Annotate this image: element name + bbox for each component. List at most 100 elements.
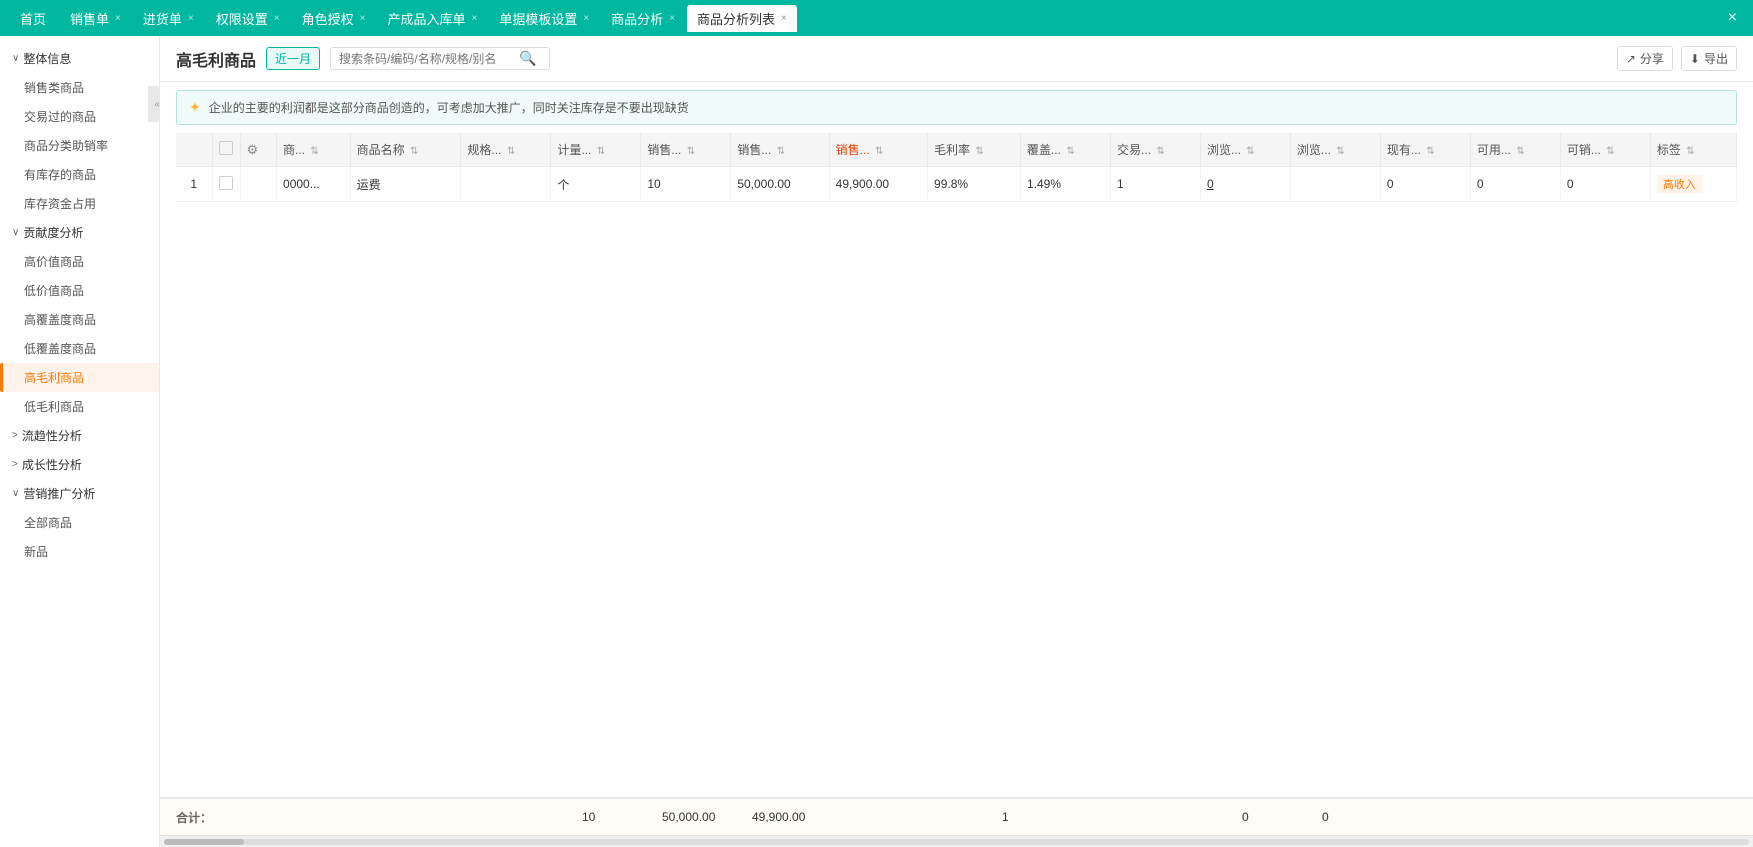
close-icon[interactable]: ×	[471, 13, 477, 24]
footer-cell-sale-qty: 10	[576, 810, 656, 824]
sort-icon: ⇅	[1246, 146, 1254, 157]
col-header-trade[interactable]: 交易... ⇅	[1110, 133, 1200, 167]
sidebar-item-stocked-goods[interactable]: 有库存的商品	[0, 160, 159, 189]
close-icon[interactable]: ×	[188, 13, 194, 24]
nav-tab-template[interactable]: 单据模板设置 ×	[489, 5, 599, 32]
col-header-name[interactable]: 商品名称 ⇅	[350, 133, 461, 167]
cell-saleable-stock: 0	[1560, 167, 1650, 202]
cell-coverage: 1.49%	[1020, 167, 1110, 202]
share-button[interactable]: ↗ 分享	[1617, 46, 1673, 71]
info-icon: ✦	[189, 99, 201, 116]
sidebar-item-high-coverage[interactable]: 高覆盖度商品	[0, 305, 159, 334]
close-icon[interactable]: ×	[669, 13, 675, 24]
close-icon[interactable]: ×	[274, 13, 280, 24]
sidebar-section-growth[interactable]: > 成长性分析	[0, 450, 159, 479]
search-input[interactable]	[339, 52, 519, 66]
tag-badge: 高收入	[1657, 175, 1702, 193]
sidebar-section-overall[interactable]: ∨ 整体信息	[0, 44, 159, 73]
sort-icon: ⇅	[875, 146, 883, 157]
sort-icon: ⇅	[1516, 146, 1524, 157]
sidebar-item-stock-capital[interactable]: 库存资金占用	[0, 189, 159, 218]
main-layout: « ∨ 整体信息 销售类商品 交易过的商品 商品分类助销率 有库存的商品 库存资…	[0, 36, 1753, 847]
scrollbar-thumb[interactable]	[164, 839, 244, 845]
col-header-code[interactable]: 商... ⇅	[277, 133, 351, 167]
table-header-row: ⚙ 商... ⇅ 商品名称 ⇅ 规格... ⇅	[176, 133, 1737, 167]
search-icon[interactable]: 🔍	[519, 50, 536, 67]
footer-cells: 10 50,000.00 49,900.00 1 0 0	[256, 810, 1737, 824]
content-header: 高毛利商品 近一月 🔍 ↗ 分享 ⬇ 导出	[160, 36, 1753, 82]
select-all-checkbox[interactable]	[219, 141, 233, 155]
close-icon[interactable]: ×	[781, 13, 787, 24]
sidebar-item-high-value[interactable]: 高价值商品	[0, 247, 159, 276]
sidebar-item-low-margin[interactable]: 低毛利商品	[0, 392, 159, 421]
sidebar-section-marketing[interactable]: ∨ 营销推广分析	[0, 479, 159, 508]
col-header-view1[interactable]: 浏览... ⇅	[1200, 133, 1290, 167]
footer-cell-current-stock: 0	[1236, 810, 1316, 824]
close-icon[interactable]: ×	[360, 13, 366, 24]
sidebar-item-low-coverage[interactable]: 低覆盖度商品	[0, 334, 159, 363]
bottom-scrollbar[interactable]	[160, 835, 1753, 847]
col-header-checkbox	[212, 133, 240, 167]
window-close-button[interactable]: ×	[1720, 9, 1745, 27]
table-container: ⚙ 商... ⇅ 商品名称 ⇅ 规格... ⇅	[160, 133, 1753, 797]
sidebar-item-sales-goods[interactable]: 销售类商品	[0, 73, 159, 102]
col-header-unit[interactable]: 计量... ⇅	[551, 133, 641, 167]
col-header-index	[176, 133, 212, 167]
sidebar-section-contribution[interactable]: ∨ 贡献度分析	[0, 218, 159, 247]
col-header-coverage[interactable]: 覆盖... ⇅	[1020, 133, 1110, 167]
cell-view1[interactable]: 0	[1200, 167, 1290, 202]
footer-total: 合计： 10 50,000.00 49,900.00 1 0 0	[160, 797, 1753, 835]
footer-cell-available-stock: 0	[1316, 810, 1396, 824]
page-title: 高毛利商品	[176, 47, 256, 71]
nav-tab-analysis-list[interactable]: 商品分析列表 ×	[687, 5, 797, 32]
sidebar-item-new-goods[interactable]: 新品	[0, 537, 159, 566]
col-header-sale-amount[interactable]: 销售... ⇅	[731, 133, 829, 167]
col-header-current-stock[interactable]: 现有... ⇅	[1380, 133, 1470, 167]
sort-icon: ⇅	[1156, 146, 1164, 157]
time-filter-button[interactable]: 近一月	[266, 47, 320, 70]
close-icon[interactable]: ×	[115, 13, 121, 24]
nav-tab-role[interactable]: 角色授权 ×	[292, 5, 376, 32]
sidebar-item-category-rate[interactable]: 商品分类助销率	[0, 131, 159, 160]
col-header-gross-margin[interactable]: 毛利率 ⇅	[928, 133, 1021, 167]
chevron-right-icon: >	[12, 430, 18, 441]
chevron-right-icon: >	[12, 459, 18, 470]
footer-cell-sale-amount: 50,000.00	[656, 810, 746, 824]
nav-tab-purchase[interactable]: 进货单 ×	[133, 5, 204, 32]
sidebar-collapse-button[interactable]: «	[148, 86, 160, 122]
footer-cell-spacer5	[1156, 810, 1236, 824]
col-header-spec[interactable]: 规格... ⇅	[461, 133, 551, 167]
row-checkbox[interactable]	[219, 176, 233, 190]
footer-label: 合计：	[176, 809, 256, 826]
close-icon[interactable]: ×	[583, 13, 589, 24]
cell-settings	[240, 167, 277, 202]
footer-cell-sale-cost: 49,900.00	[746, 810, 836, 824]
top-nav: 首页 销售单 × 进货单 × 权限设置 × 角色授权 × 产成品入库单 × 单据…	[0, 0, 1753, 36]
cell-unit: 个	[551, 167, 641, 202]
col-header-view2[interactable]: 浏览... ⇅	[1290, 133, 1380, 167]
cell-checkbox[interactable]	[212, 167, 240, 202]
col-header-settings[interactable]: ⚙	[240, 133, 277, 167]
footer-cell-trade: 1	[996, 810, 1076, 824]
col-header-available-stock[interactable]: 可用... ⇅	[1470, 133, 1560, 167]
sort-icon: ⇅	[1426, 146, 1434, 157]
cell-current-stock: 0	[1380, 167, 1470, 202]
sidebar-item-high-margin[interactable]: 高毛利商品	[0, 363, 159, 392]
sort-icon: ⇅	[410, 146, 418, 157]
sidebar-item-low-value[interactable]: 低价值商品	[0, 276, 159, 305]
nav-tab-sales[interactable]: 销售单 ×	[60, 5, 131, 32]
sidebar-item-traded-goods[interactable]: 交易过的商品	[0, 102, 159, 131]
sidebar-section-trend[interactable]: > 流趋性分析	[0, 421, 159, 450]
col-header-sale-qty[interactable]: 销售... ⇅	[641, 133, 731, 167]
nav-tab-permission[interactable]: 权限设置 ×	[206, 5, 290, 32]
export-button[interactable]: ⬇ 导出	[1681, 46, 1737, 71]
col-header-sale-cost[interactable]: 销售... ⇅	[829, 133, 927, 167]
info-banner: ✦ 企业的主要的利润都是这部分商品创造的，可考虑加大推广，同时关注库存是不要出现…	[176, 90, 1737, 125]
nav-tab-analysis[interactable]: 商品分析 ×	[601, 5, 685, 32]
share-icon: ↗	[1626, 52, 1636, 66]
sidebar-item-all-goods[interactable]: 全部商品	[0, 508, 159, 537]
nav-tab-inbound[interactable]: 产成品入库单 ×	[377, 5, 487, 32]
nav-home[interactable]: 首页	[8, 5, 58, 32]
col-header-saleable-stock[interactable]: 可销... ⇅	[1560, 133, 1650, 167]
col-header-tag[interactable]: 标签 ⇅	[1650, 133, 1736, 167]
